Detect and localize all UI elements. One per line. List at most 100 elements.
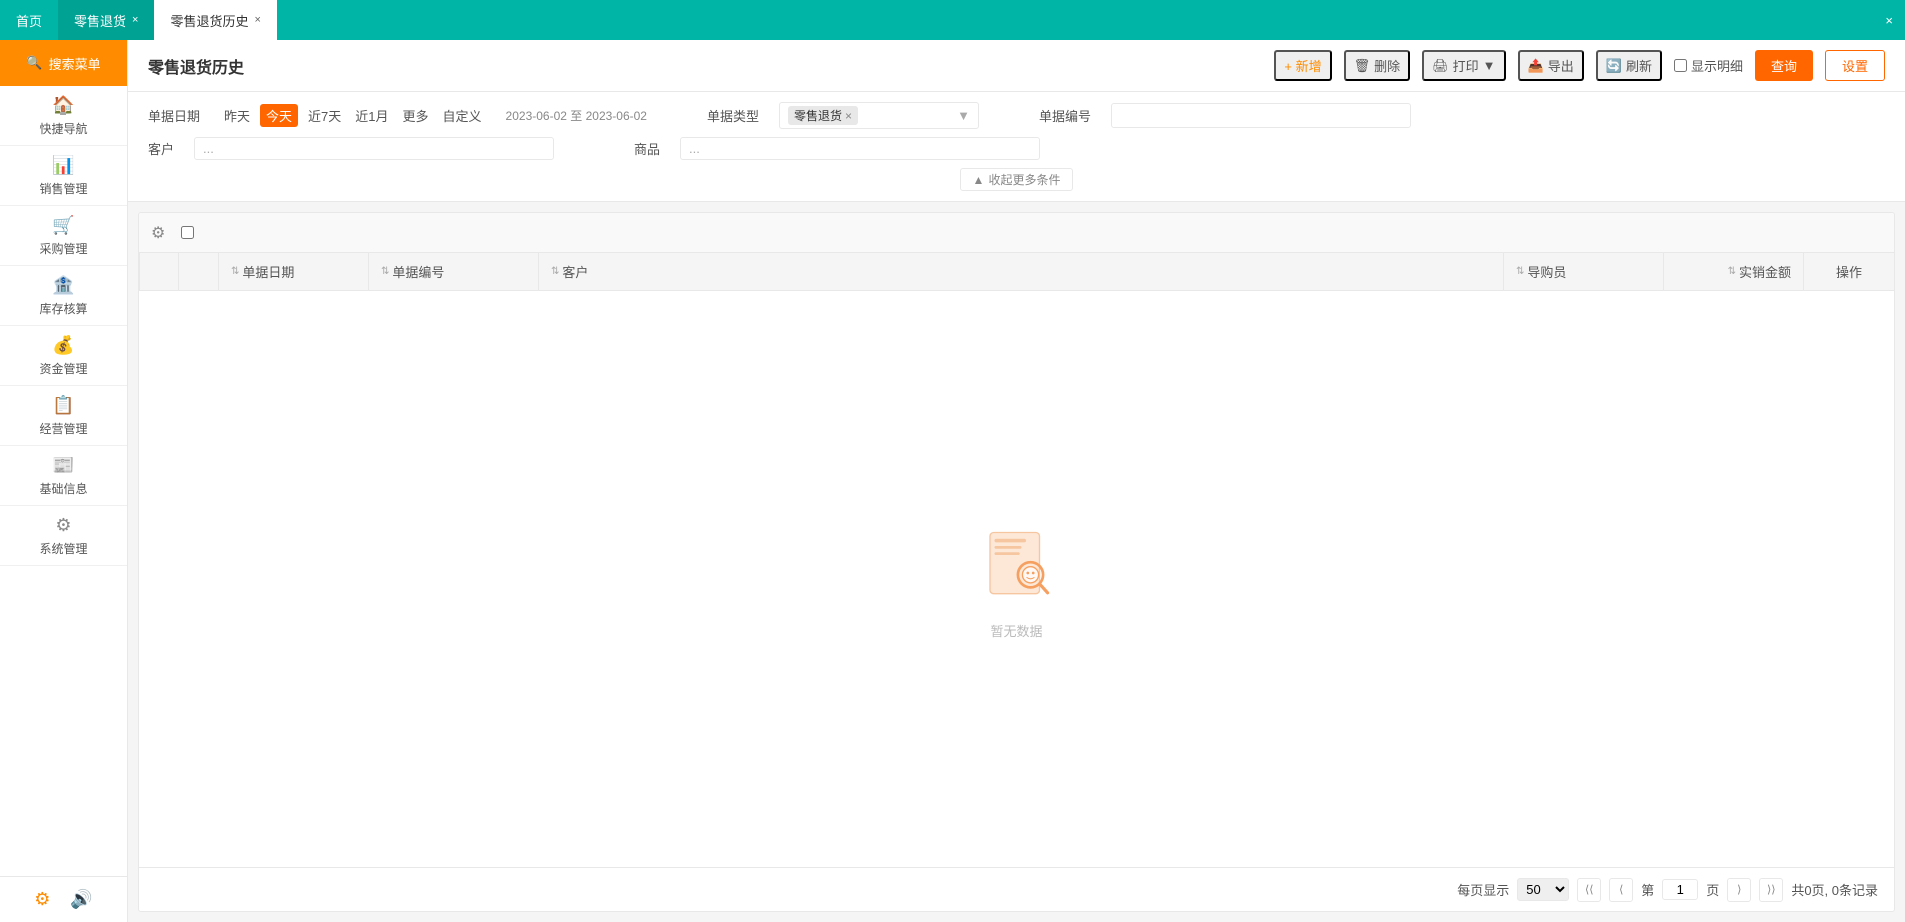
sidebar-item-sales-label: 销售管理 [39,180,87,197]
page-unit: 页 [1706,880,1719,899]
sidebar-item-finance[interactable]: 💰 资金管理 [0,326,127,386]
date-opt-custom[interactable]: 自定义 [439,104,486,127]
th-check [179,253,219,290]
sort-num-icon[interactable]: ⇅ [381,266,389,277]
volume-icon[interactable]: 🔊 [70,889,92,910]
collapse-button[interactable]: ▲ 收起更多条件 [960,168,1074,191]
system-icon: ⚙ [55,515,71,536]
purchase-icon: 🛒 [52,215,74,236]
type-selector[interactable]: 零售退货 × ▼ [779,102,979,129]
tab-retail-return-history[interactable]: 零售退货历史 × [154,0,276,40]
export-icon: 📤 [1528,58,1544,74]
th-guide: ⇅ 导购员 [1504,253,1664,290]
display-detail-input[interactable] [1674,59,1687,72]
date-opt-1month[interactable]: 近1月 [351,104,392,127]
sort-date-icon[interactable]: ⇅ [231,266,239,277]
page-input[interactable] [1662,879,1698,900]
num-input[interactable] [1111,103,1411,128]
tab-retail-return-label: 零售退货 [74,11,126,30]
display-detail-checkbox[interactable]: 显示明细 [1674,56,1743,75]
next-page-btn[interactable]: ⟩ [1727,878,1751,902]
th-op: 操作 [1804,253,1894,290]
top-bar: 首页 零售退货 × 零售退货历史 × × [0,0,1905,40]
sidebar: 🔍 搜索菜单 🏠 快捷导航 📊 销售管理 🛒 采购管理 🏦 库存核算 💰 [0,40,128,922]
refresh-button[interactable]: 🔄 刷新 [1596,50,1662,81]
quicknav-icon: 🏠 [52,95,74,116]
sort-customer-icon[interactable]: ⇅ [551,266,559,277]
date-range: 2023-06-02 至 2023-06-02 [506,107,647,124]
sidebar-item-basic-info-label: 基础信息 [39,480,87,497]
print-button[interactable]: 🖨 打印 ▼ [1422,50,1505,81]
tab-list: 首页 零售退货 × 零售退货历史 × [0,0,277,40]
empty-text: 暂无数据 [990,621,1042,640]
sidebar-nav: 🏠 快捷导航 📊 销售管理 🛒 采购管理 🏦 库存核算 💰 资金管理 📋 [0,86,127,876]
delete-icon: 🗑 [1354,58,1371,74]
export-button[interactable]: 📤 导出 [1518,50,1584,81]
total-text: 共0页, 0条记录 [1791,880,1878,899]
collapse-icon: ▲ [973,173,985,187]
window-close[interactable]: × [1885,13,1893,28]
sidebar-item-inventory[interactable]: 🏦 库存核算 [0,266,127,326]
toolbar-settings-icon[interactable]: ⚙ [151,223,165,243]
th-num: ⇅ 单据编号 [369,253,539,290]
inventory-icon: 🏦 [52,275,74,296]
sidebar-item-quicknav[interactable]: 🏠 快捷导航 [0,86,127,146]
sort-amount-icon[interactable]: ⇅ [1728,266,1736,277]
sidebar-item-basic-info[interactable]: 📰 基础信息 [0,446,127,506]
tab-retail-return-close[interactable]: × [132,14,138,26]
type-dropdown-icon: ▼ [957,108,970,123]
date-opt-today[interactable]: 今天 [260,104,298,127]
date-opt-7days[interactable]: 近7天 [304,104,345,127]
add-button[interactable]: + 新增 [1274,50,1331,81]
finance-icon: 💰 [52,335,74,356]
tab-retail-return-history-close[interactable]: × [254,14,260,26]
tab-retail-return-history-label: 零售退货历史 [170,11,248,30]
first-page-btn[interactable]: ⟨⟨ [1577,878,1601,902]
th-customer: ⇅ 客户 [539,253,1504,290]
query-button[interactable]: 查询 [1755,50,1813,81]
sidebar-item-operations[interactable]: 📋 经营管理 [0,386,127,446]
print-icon: 🖨 [1432,58,1449,74]
tab-retail-return[interactable]: 零售退货 × [58,0,154,40]
type-tag-remove[interactable]: × [845,109,852,123]
sidebar-item-inventory-label: 库存核算 [39,300,87,317]
th-settings [139,253,179,290]
last-page-btn[interactable]: ⟩⟩ [1759,878,1783,902]
page-title: 零售退货历史 [148,54,244,78]
type-label: 单据类型 [707,106,759,125]
header-actions: + 新增 🗑 删除 🖨 打印 ▼ 📤 导出 🔄 刷新 [1274,50,1885,81]
prev-page-btn[interactable]: ⟨ [1609,878,1633,902]
sort-guide-icon[interactable]: ⇅ [1516,266,1524,277]
sidebar-item-purchase-label: 采购管理 [39,240,87,257]
delete-button[interactable]: 🗑 删除 [1344,50,1411,81]
settings-icon[interactable]: ⚙ [34,889,50,910]
empty-state: 暂无数据 [139,291,1894,867]
pagination: 每页显示 50 100 200 ⟨⟨ ⟨ 第 页 ⟩ ⟩⟩ 共0页, 0条记录 [139,867,1894,911]
sidebar-item-sales[interactable]: 📊 销售管理 [0,146,127,206]
sidebar-item-system[interactable]: ⚙ 系统管理 [0,506,127,566]
goods-select[interactable]: ... [680,137,1040,160]
sidebar-item-quicknav-label: 快捷导航 [39,120,87,137]
table-toolbar: ⚙ [139,213,1894,253]
main-layout: 🔍 搜索菜单 🏠 快捷导航 📊 销售管理 🛒 采购管理 🏦 库存核算 💰 [0,40,1905,922]
tab-home-label: 首页 [16,11,42,30]
search-icon: 🔍 [26,55,42,71]
sidebar-item-operations-label: 经营管理 [39,420,87,437]
select-all-checkbox[interactable] [181,226,194,239]
per-page-select[interactable]: 50 100 200 [1517,878,1569,901]
tab-home[interactable]: 首页 [0,0,58,40]
date-opt-yesterday[interactable]: 昨天 [220,104,254,127]
date-opt-more[interactable]: 更多 [399,104,433,127]
empty-illustration [972,519,1062,609]
sidebar-item-system-label: 系统管理 [39,540,87,557]
settings-button[interactable]: 设置 [1825,50,1885,81]
search-menu-btn[interactable]: 🔍 搜索菜单 [0,40,127,86]
page-label: 第 [1641,880,1654,899]
table-header: ⇅ 单据日期 ⇅ 单据编号 ⇅ 客户 ⇅ 导购员 ⇅ 实销金额 [139,253,1894,291]
customer-select[interactable]: ... [194,137,554,160]
table-area: ⚙ ⇅ 单据日期 ⇅ 单据编号 ⇅ 客户 [138,212,1895,912]
search-menu-label: 搜索菜单 [49,54,101,73]
content-area: 零售退货历史 + 新增 🗑 删除 🖨 打印 ▼ 📤 导出 🔄 [128,40,1905,922]
sidebar-item-purchase[interactable]: 🛒 采购管理 [0,206,127,266]
customer-label: 客户 [148,139,174,158]
